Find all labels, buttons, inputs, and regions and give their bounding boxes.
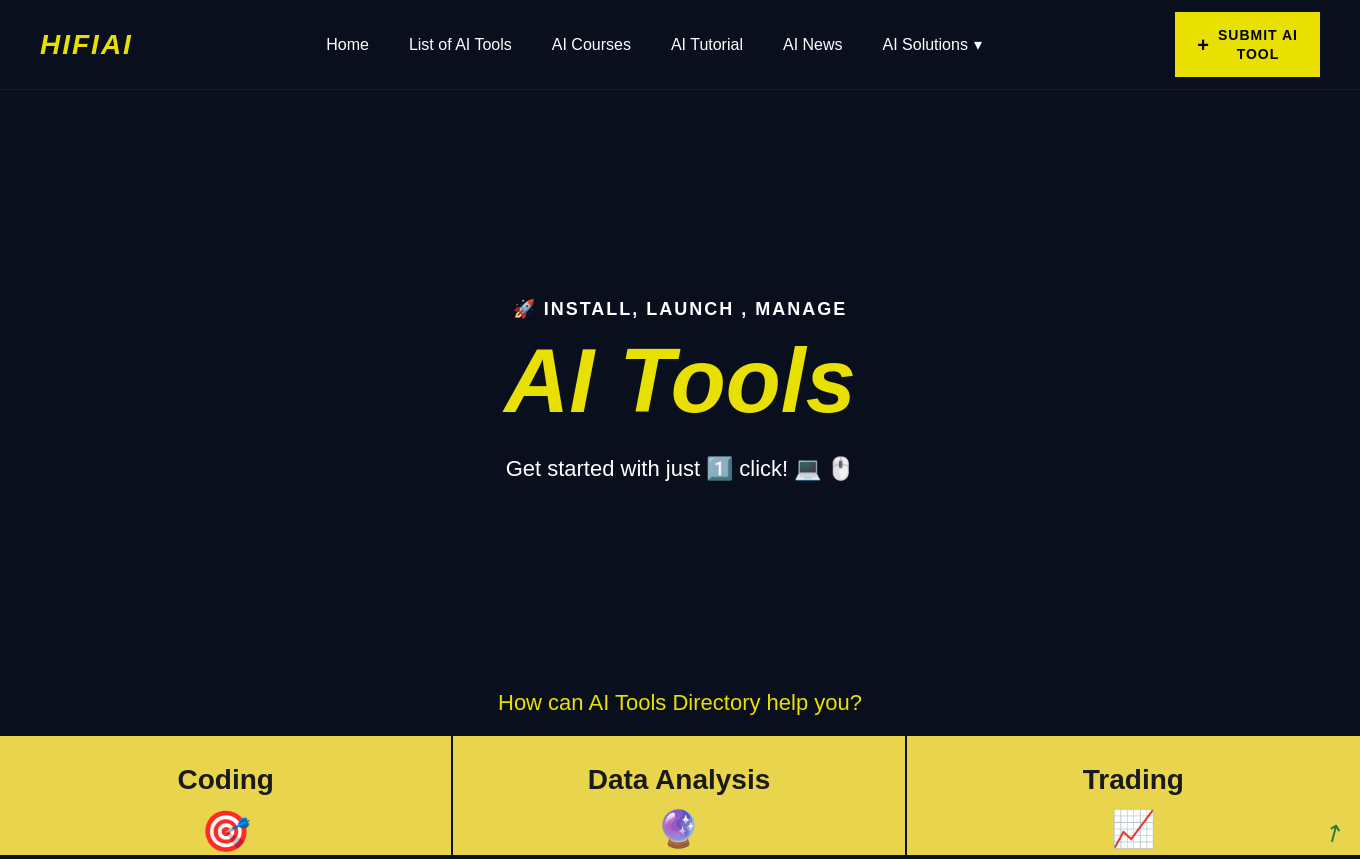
- nav-ai-news[interactable]: AI News: [783, 36, 843, 54]
- nav-home[interactable]: Home: [326, 36, 369, 54]
- coding-icon: 🎯: [201, 808, 251, 855]
- header: HIFIAI Home List of AI Tools AI Courses …: [0, 0, 1360, 90]
- submit-ai-tool-button[interactable]: + SUBMIT AITOOL: [1175, 12, 1320, 76]
- submit-btn-text: SUBMIT AITOOL: [1218, 26, 1298, 62]
- nav-ai-solutions-label: AI Solutions: [883, 36, 968, 54]
- category-card-trading[interactable]: Trading 📈 ↗: [907, 736, 1360, 855]
- hero-title: AI Tools: [504, 336, 856, 426]
- chevron-down-icon: ▾: [974, 35, 982, 54]
- category-cards: Coding 🎯 Data Analysis 🔮 Trading 📈 ↗: [0, 736, 1360, 855]
- logo[interactable]: HIFIAI: [40, 29, 133, 61]
- nav-ai-courses[interactable]: AI Courses: [552, 36, 631, 54]
- data-analysis-icon: 🔮: [656, 808, 701, 850]
- nav-list-of-ai-tools[interactable]: List of AI Tools: [409, 36, 512, 54]
- trading-icon: 📈: [1111, 808, 1156, 850]
- trading-arrow-icon: ↗: [1318, 816, 1349, 850]
- how-section-heading: How can AI Tools Directory help you?: [0, 690, 1360, 716]
- how-section: How can AI Tools Directory help you?: [0, 670, 1360, 736]
- hero-section: 🚀 INSTALL, LAUNCH , MANAGE AI Tools Get …: [0, 90, 1360, 670]
- category-card-data-analysis[interactable]: Data Analysis 🔮: [453, 736, 906, 855]
- hero-subtitle: Get started with just 1️⃣ click! 💻 🖱️: [506, 456, 855, 482]
- hero-tagline: 🚀 INSTALL, LAUNCH , MANAGE: [513, 298, 848, 320]
- data-analysis-label: Data Analysis: [588, 764, 771, 796]
- coding-label: Coding: [177, 764, 273, 796]
- category-card-coding[interactable]: Coding 🎯: [0, 736, 453, 855]
- plus-icon: +: [1197, 32, 1210, 58]
- main-nav: Home List of AI Tools AI Courses AI Tuto…: [326, 35, 982, 54]
- trading-label: Trading: [1083, 764, 1184, 796]
- nav-ai-solutions[interactable]: AI Solutions ▾: [883, 35, 982, 54]
- nav-ai-tutorial[interactable]: AI Tutorial: [671, 36, 743, 54]
